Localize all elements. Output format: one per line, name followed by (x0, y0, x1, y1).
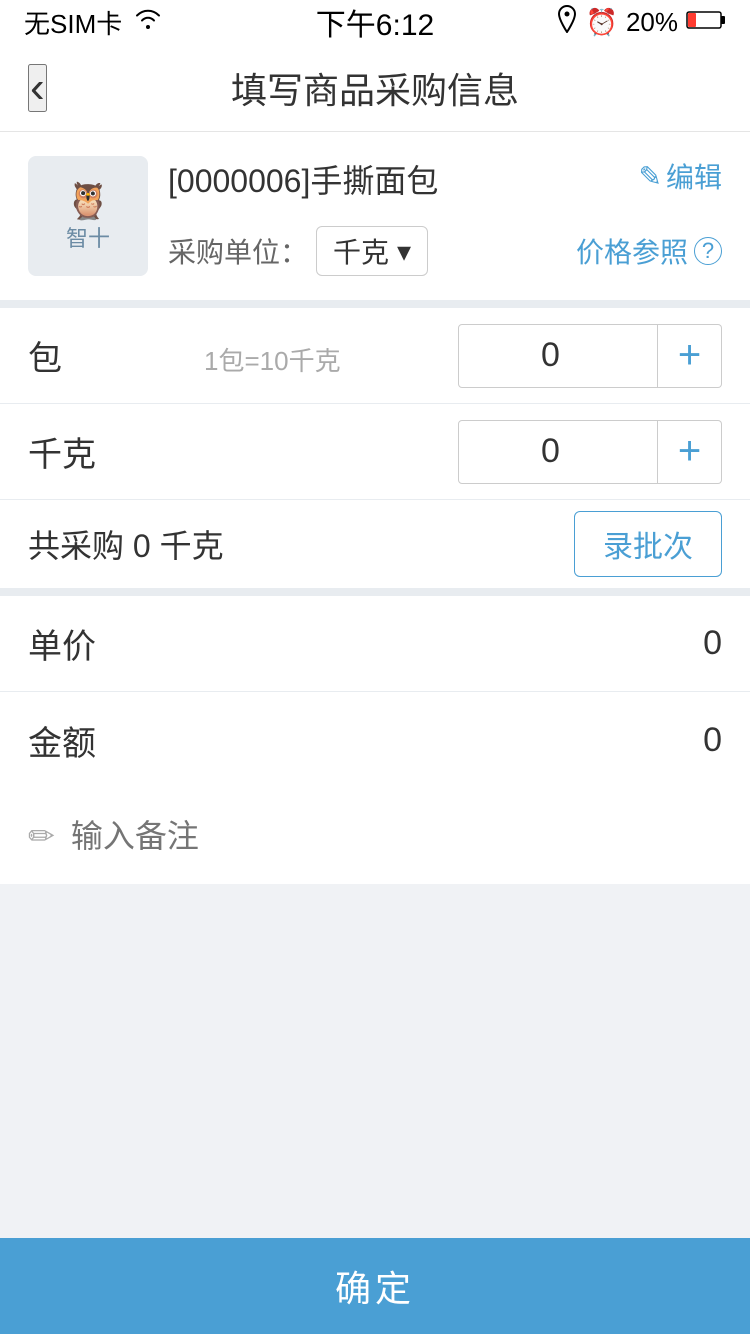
edit-button[interactable]: ✎ 编辑 (639, 156, 722, 196)
kg-input-wrap: + (188, 420, 722, 484)
edit-icon: ✎ (639, 160, 662, 193)
quantity-section: 包 1包=10千克 + 千克 + (0, 308, 750, 500)
quantity-row-kg: 千克 + (0, 404, 750, 500)
edit-label: 编辑 (666, 156, 722, 196)
product-name: [0000006]手撕面包 (168, 156, 438, 202)
kg-label: 千克 (28, 427, 188, 476)
amount-value: 0 (703, 721, 722, 760)
product-card: 🦉 智十 [0000006]手撕面包 ✎ 编辑 采购单位： 千克 ▾ (0, 132, 750, 308)
unit-price-label: 单价 (28, 619, 96, 668)
status-left: 无SIM卡 (24, 4, 164, 41)
carrier-text: 无SIM卡 (24, 4, 122, 41)
batch-button[interactable]: 录批次 (574, 511, 722, 577)
price-section: 单价 0 金额 0 (0, 596, 750, 788)
unit-value: 千克 (333, 231, 389, 271)
kg-input[interactable] (458, 420, 658, 484)
remark-section: ✏ (0, 788, 750, 884)
alarm-icon: ⏰ (586, 7, 618, 38)
bao-sublabel: 1包=10千克 (204, 341, 341, 378)
battery-icon (686, 7, 726, 38)
unit-selector[interactable]: 千克 ▾ (316, 226, 428, 276)
dropdown-arrow: ▾ (397, 235, 411, 268)
product-header: [0000006]手撕面包 ✎ 编辑 (168, 156, 722, 202)
product-logo: 🦉 智十 (66, 179, 111, 253)
pencil-icon: ✏ (28, 817, 55, 855)
bao-label: 包 (28, 331, 188, 380)
confirm-button[interactable]: 确定 (0, 1238, 750, 1334)
product-info: [0000006]手撕面包 ✎ 编辑 采购单位： 千克 ▾ 价格参照 ? (168, 156, 722, 276)
purchase-unit-row: 采购单位： 千克 ▾ 价格参照 ? (168, 226, 722, 276)
amount-row: 金额 0 (0, 692, 750, 788)
status-right: ⏰ 20% (556, 5, 726, 40)
amount-label: 金额 (28, 716, 96, 765)
status-time: 下午6:12 (316, 0, 434, 44)
price-ref-label: 价格参照 (576, 231, 688, 271)
kg-plus-button[interactable]: + (658, 420, 722, 484)
status-bar: 无SIM卡 下午6:12 ⏰ 20% (0, 0, 750, 44)
wifi-icon (132, 7, 164, 38)
bao-plus-button[interactable]: + (658, 324, 722, 388)
remark-input[interactable] (71, 818, 722, 855)
bottom-bar: 确定 (0, 1238, 750, 1334)
bao-input-wrap: + (341, 324, 722, 388)
back-button[interactable]: ‹ (28, 64, 47, 112)
unit-price-value: 0 (703, 624, 722, 663)
unit-price-row: 单价 0 (0, 596, 750, 692)
purchase-unit-label: 采购单位： (168, 231, 308, 271)
price-ref-button[interactable]: 价格参照 ? (576, 231, 722, 271)
price-ref-icon: ? (694, 237, 722, 265)
bao-input[interactable] (458, 324, 658, 388)
product-image: 🦉 智十 (28, 156, 148, 276)
location-icon (556, 5, 578, 40)
total-row: 共采购 0 千克 录批次 (0, 500, 750, 596)
quantity-row-bao: 包 1包=10千克 + (0, 308, 750, 404)
main-content: 🦉 智十 [0000006]手撕面包 ✎ 编辑 采购单位： 千克 ▾ (0, 132, 750, 1334)
nav-bar: ‹ 填写商品采购信息 (0, 44, 750, 132)
total-text: 共采购 0 千克 (28, 521, 224, 567)
nav-title: 填写商品采购信息 (231, 62, 519, 114)
battery-text: 20% (626, 7, 678, 38)
